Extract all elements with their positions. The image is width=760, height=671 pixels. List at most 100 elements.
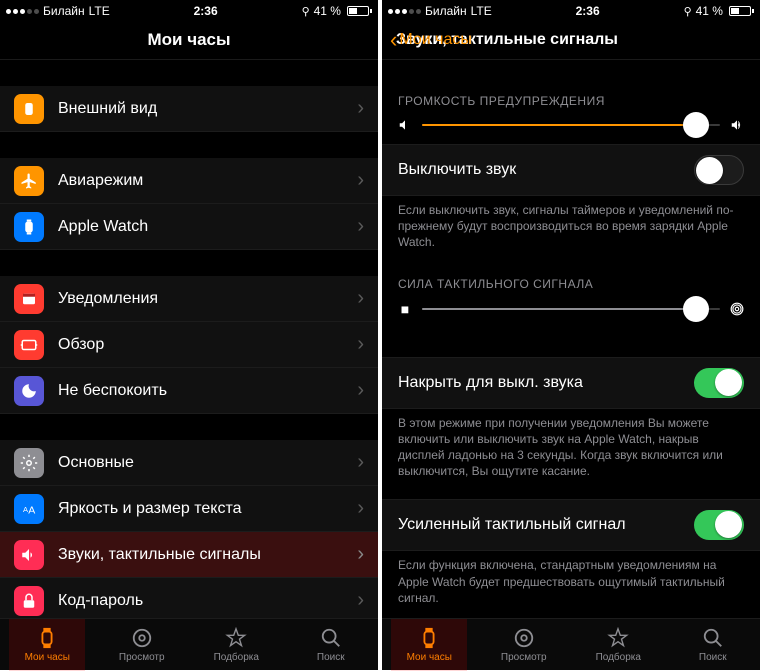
back-label: Мои часы (399, 31, 472, 49)
haptic-low-icon: ■ (398, 301, 412, 317)
passcode-icon (14, 586, 44, 616)
mute-help: Если выключить звук, сигналы таймеров и … (382, 196, 760, 255)
tab-bar: Мои часыПросмотр Подборка Поиск (382, 618, 760, 670)
battery-pct: 41 % (314, 4, 341, 18)
tab-label: Подборка (596, 652, 641, 663)
chevron-right-icon: › (357, 333, 364, 356)
status-bar: Билайн LTE 2:36 ⚲ 41 % (382, 0, 760, 20)
brightness-icon: AA (14, 494, 44, 524)
time-label: 2:36 (194, 4, 218, 18)
alert-volume-header: ГРОМКОСТЬ ПРЕДУПРЕЖДЕНИЯ (382, 88, 760, 114)
list-item-brightness[interactable]: AA Яркость и размер текста › (0, 486, 378, 532)
time-label: 2:36 (576, 4, 600, 18)
list-item-dnd[interactable]: Не беспокоить › (0, 368, 378, 414)
featured-icon (225, 626, 247, 650)
speaker-high-icon (730, 118, 744, 132)
cover-toggle[interactable] (694, 368, 744, 398)
list-item-label: Внешний вид (58, 100, 343, 118)
prominent-toggle[interactable] (694, 510, 744, 540)
chevron-right-icon: › (357, 215, 364, 238)
tab-label: Просмотр (119, 652, 165, 663)
mute-row: Выключить звук (382, 144, 760, 196)
prominent-haptic-row: Усиленный тактильный сигнал (382, 499, 760, 551)
settings-list[interactable]: Внешний вид›Авиарежим›Apple Watch›Уведом… (0, 60, 378, 618)
phone-right: Билайн LTE 2:36 ⚲ 41 % ‹ Мои часы Звуки,… (382, 0, 760, 670)
list-item-label: Авиарежим (58, 172, 343, 190)
tab-label: Поиск (317, 652, 345, 663)
page-title: Мои часы (147, 30, 230, 50)
status-bar: Билайн LTE 2:36 ⚲ 41 % (0, 0, 378, 20)
battery-pct: 41 % (696, 4, 723, 18)
list-item-airplane[interactable]: Авиарежим › (0, 158, 378, 204)
signal-dots (388, 9, 421, 14)
cover-to-mute-row: Накрыть для выкл. звука (382, 357, 760, 409)
haptic-strength-header: СИЛА ТАКТИЛЬНОГО СИГНАЛА (382, 271, 760, 297)
tab-mywatch[interactable]: Мои часы (0, 619, 95, 670)
chevron-right-icon: › (357, 97, 364, 120)
chevron-right-icon: › (357, 497, 364, 520)
bluetooth-icon: ⚲ (684, 5, 692, 18)
browse-icon (131, 626, 153, 650)
list-item-appearance[interactable]: Внешний вид › (0, 86, 378, 132)
back-button[interactable]: ‹ Мои часы (390, 29, 472, 51)
svg-text:A: A (28, 504, 35, 516)
haptic-slider[interactable]: ■ (382, 297, 760, 329)
sounds-icon (14, 540, 44, 570)
notifications-icon (14, 284, 44, 314)
list-item-label: Не беспокоить (58, 382, 343, 400)
prominent-label: Усиленный тактильный сигнал (398, 516, 626, 534)
search-icon (320, 626, 342, 650)
chevron-right-icon: › (357, 451, 364, 474)
search-icon (702, 626, 724, 650)
list-item-label: Яркость и размер текста (58, 500, 343, 518)
tab-label: Подборка (214, 652, 259, 663)
tab-search[interactable]: Поиск (284, 619, 379, 670)
battery-icon (345, 6, 372, 16)
cover-help: В этом режиме при получении уведомления … (382, 409, 760, 484)
list-item-label: Уведомления (58, 290, 343, 308)
tab-browse[interactable]: Просмотр (95, 619, 190, 670)
nav-bar: Мои часы (0, 20, 378, 60)
network-label: LTE (471, 4, 492, 18)
sounds-settings: ГРОМКОСТЬ ПРЕДУПРЕЖДЕНИЯ Выключить звук … (382, 60, 760, 618)
alert-volume-slider[interactable] (382, 114, 760, 144)
chevron-left-icon: ‹ (390, 29, 397, 51)
appearance-icon (14, 94, 44, 124)
battery-icon (727, 6, 754, 16)
list-item-notifications[interactable]: Уведомления› (0, 276, 378, 322)
tab-mywatch[interactable]: Мои часы (382, 619, 477, 670)
chevron-right-icon: › (357, 379, 364, 402)
tab-search[interactable]: Поиск (666, 619, 760, 670)
list-item-label: Код-пароль (58, 592, 343, 610)
airplane-icon (14, 166, 44, 196)
list-item-general[interactable]: Основные › (0, 440, 378, 486)
mute-toggle[interactable] (694, 155, 744, 185)
nav-bar: ‹ Мои часы Звуки, тактильные сигналы (382, 20, 760, 60)
list-item-sounds[interactable]: Звуки, тактильные сигналы› (0, 532, 378, 578)
chevron-right-icon: › (357, 169, 364, 192)
tab-featured[interactable]: Подборка (189, 619, 284, 670)
tab-featured[interactable]: Подборка (571, 619, 666, 670)
network-label: LTE (89, 4, 110, 18)
signal-dots (6, 9, 39, 14)
dnd-icon (14, 376, 44, 406)
tab-browse[interactable]: Просмотр (477, 619, 572, 670)
haptic-high-icon (730, 302, 744, 316)
list-item-passcode[interactable]: Код-пароль › (0, 578, 378, 618)
cover-label: Накрыть для выкл. звука (398, 374, 583, 392)
phone-left: Билайн LTE 2:36 ⚲ 41 % Мои часы Внешний … (0, 0, 378, 670)
browse-icon (513, 626, 535, 650)
list-item-label: Основные (58, 454, 343, 472)
list-item-label: Обзор (58, 336, 343, 354)
svg-text:A: A (23, 505, 28, 514)
list-item-glances[interactable]: Обзор › (0, 322, 378, 368)
mute-label: Выключить звук (398, 161, 516, 179)
bluetooth-icon: ⚲ (302, 5, 310, 18)
featured-icon (607, 626, 629, 650)
carrier-label: Билайн (43, 4, 85, 18)
applewatch-icon (14, 212, 44, 242)
prominent-help: Если функция включена, стандартным уведо… (382, 551, 760, 610)
chevron-right-icon: › (357, 589, 364, 612)
list-item-applewatch[interactable]: Apple Watch› (0, 204, 378, 250)
tab-label: Поиск (699, 652, 727, 663)
